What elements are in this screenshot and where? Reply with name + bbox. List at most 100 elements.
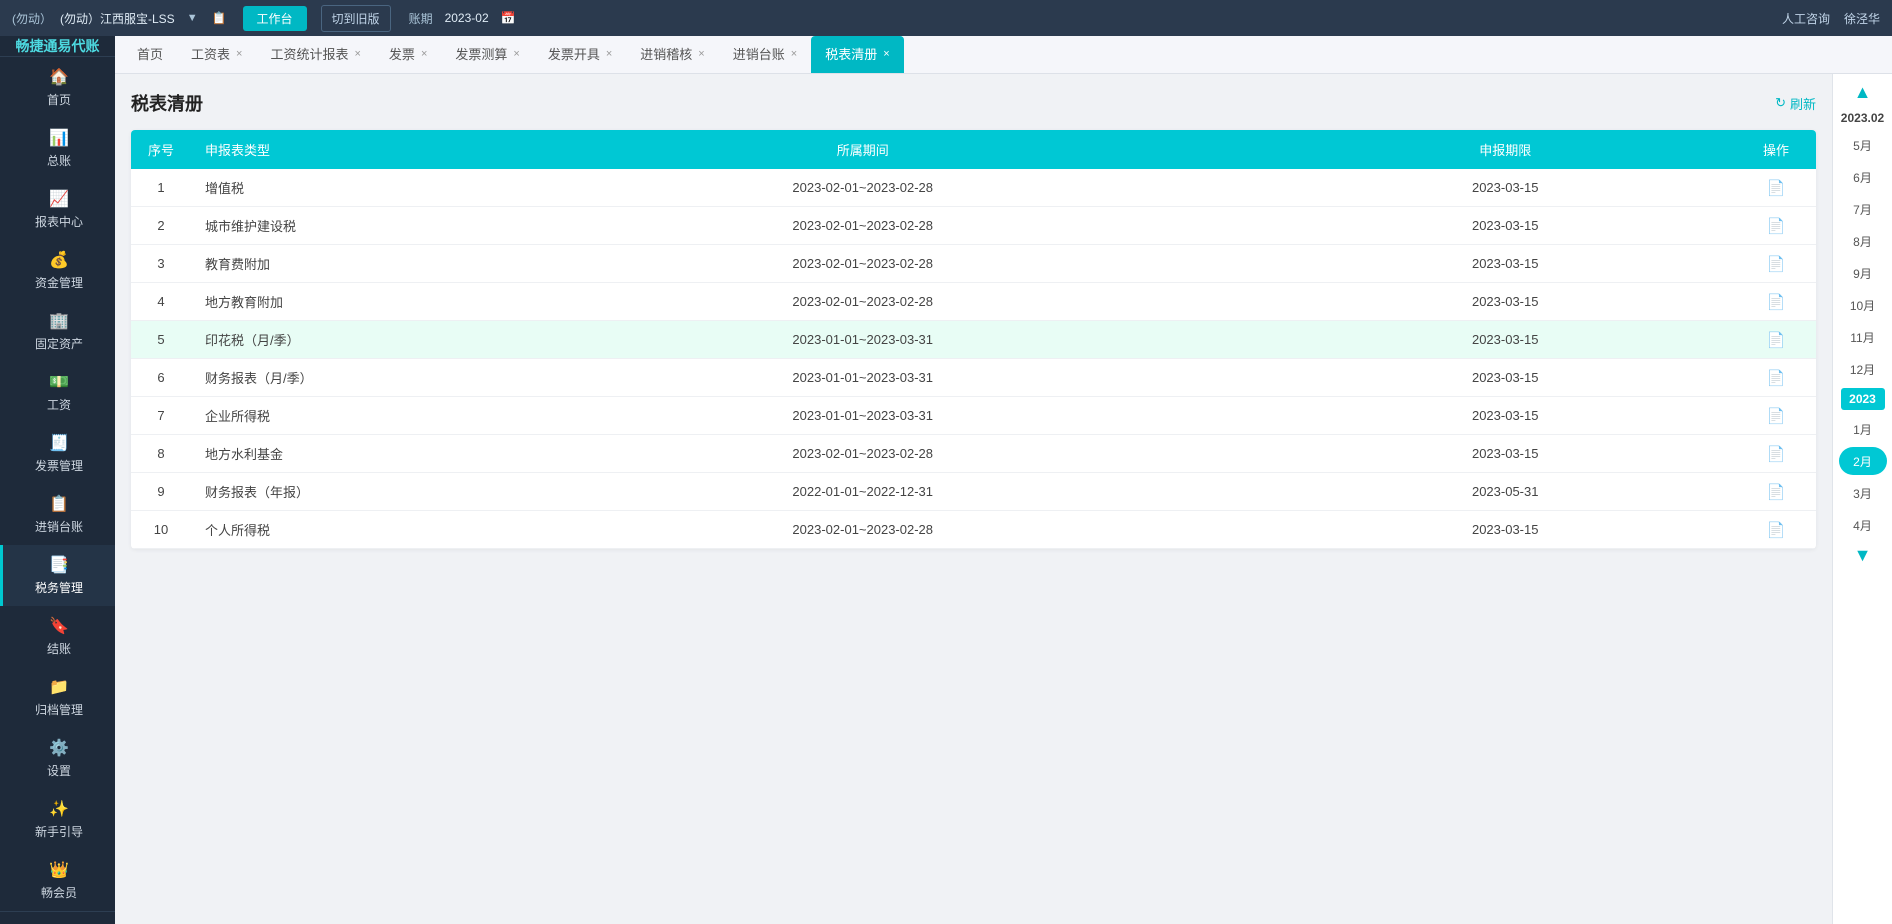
month-12[interactable]: 12月 <box>1839 355 1887 383</box>
row-action-icon[interactable]: 📄 <box>1767 180 1786 197</box>
next-period-button[interactable]: ▼ <box>1850 541 1876 570</box>
month-4[interactable]: 4月 <box>1839 511 1887 539</box>
company-select[interactable]: (勿动）江西服宝-LSS <box>60 10 175 27</box>
row-action-icon[interactable]: 📄 <box>1767 370 1786 387</box>
unpin-button[interactable]: 📌 取消固定 <box>0 911 115 924</box>
sidebar-item-settings[interactable]: ⚙️ 设置 <box>0 728 115 789</box>
sidebar-item-asset[interactable]: 🏢 固定资产 <box>0 301 115 362</box>
cell-type: 企业所得税 <box>191 397 451 435</box>
panel-period-header: 2023.02 <box>1839 107 1886 129</box>
sidebar-item-report[interactable]: 📈 报表中心 <box>0 179 115 240</box>
cell-no: 4 <box>131 283 191 321</box>
sidebar-item-invoice[interactable]: 🧾 发票管理 <box>0 423 115 484</box>
cell-period: 2023-02-01~2023-02-28 <box>451 283 1274 321</box>
cell-period: 2023-02-01~2023-02-28 <box>451 245 1274 283</box>
sidebar-item-fund[interactable]: 💰 资金管理 <box>0 240 115 301</box>
cell-type: 地方教育附加 <box>191 283 451 321</box>
cell-action: 📄 <box>1736 321 1816 359</box>
calendar-icon[interactable]: 📅 <box>501 11 516 25</box>
cell-type: 财务报表（年报） <box>191 473 451 511</box>
month-10[interactable]: 10月 <box>1839 291 1887 319</box>
sidebar-item-ledger[interactable]: 📊 总账 <box>0 118 115 179</box>
month-11[interactable]: 11月 <box>1839 323 1887 351</box>
archive-icon: 📁 <box>49 677 69 697</box>
sidebar-item-tax[interactable]: 📑 税务管理 <box>0 545 115 606</box>
switch-old-button[interactable]: 切到旧版 <box>321 5 391 32</box>
user-name[interactable]: 徐泾华 <box>1844 10 1880 27</box>
sidebar-item-settle[interactable]: 🔖 结账 <box>0 606 115 667</box>
tab-inout-ledger-close[interactable]: × <box>791 48 797 60</box>
tab-invoice[interactable]: 发票 × <box>375 36 441 73</box>
row-action-icon[interactable]: 📄 <box>1767 484 1786 501</box>
cell-action: 📄 <box>1736 359 1816 397</box>
workbench-button[interactable]: 工作台 <box>243 6 307 31</box>
sidebar-item-salary[interactable]: 💵 工资 <box>0 362 115 423</box>
table-row: 5 印花税（月/季） 2023-01-01~2023-03-31 2023-03… <box>131 321 1816 359</box>
tab-salary[interactable]: 工资表 × <box>177 36 256 73</box>
cell-deadline: 2023-03-15 <box>1274 435 1736 473</box>
tax-table: 序号 申报表类型 所属期间 申报期限 操作 1 增值税 2023-02-01~2… <box>131 130 1816 549</box>
row-action-icon[interactable]: 📄 <box>1767 446 1786 463</box>
month-2-active[interactable]: 2月 <box>1839 447 1887 475</box>
cell-no: 10 <box>131 511 191 549</box>
row-action-icon[interactable]: 📄 <box>1767 522 1786 539</box>
month-6[interactable]: 6月 <box>1839 163 1887 191</box>
month-9[interactable]: 9月 <box>1839 259 1887 287</box>
refresh-button[interactable]: ↻ 刷新 <box>1775 94 1816 113</box>
tab-inout-check-close[interactable]: × <box>698 48 704 60</box>
cell-action: 📄 <box>1736 435 1816 473</box>
month-8[interactable]: 8月 <box>1839 227 1887 255</box>
cell-deadline: 2023-03-15 <box>1274 511 1736 549</box>
cell-period: 2023-02-01~2023-02-28 <box>451 435 1274 473</box>
cell-period: 2023-01-01~2023-03-31 <box>451 321 1274 359</box>
tab-invoice-open-close[interactable]: × <box>606 48 612 60</box>
tab-invoice-calc[interactable]: 发票测算 × <box>441 36 533 73</box>
tab-salary-report[interactable]: 工资统计报表 × <box>256 36 374 73</box>
tab-invoice-close[interactable]: × <box>421 48 427 60</box>
tab-tax-form-close[interactable]: × <box>883 48 889 60</box>
col-deadline: 申报期限 <box>1274 130 1736 169</box>
cell-period: 2022-01-01~2022-12-31 <box>451 473 1274 511</box>
cell-action: 📄 <box>1736 169 1816 207</box>
tab-salary-report-close[interactable]: × <box>354 48 360 60</box>
cell-type: 教育费附加 <box>191 245 451 283</box>
sidebar-item-guide[interactable]: ✨ 新手引导 <box>0 789 115 850</box>
sidebar-item-home[interactable]: 🏠 首页 <box>0 57 115 118</box>
sidebar: 畅捷通易代账 🏠 首页 📊 总账 📈 报表中心 💰 资金管理 🏢 固定资产 <box>0 36 115 924</box>
row-action-icon[interactable]: 📄 <box>1767 256 1786 273</box>
app-logo: 畅捷通易代账 <box>0 36 115 57</box>
settings-icon: ⚙️ <box>49 738 69 758</box>
cell-no: 5 <box>131 321 191 359</box>
tab-salary-close[interactable]: × <box>236 48 242 60</box>
cell-type: 城市维护建设税 <box>191 207 451 245</box>
row-action-icon[interactable]: 📄 <box>1767 408 1786 425</box>
tab-invoice-calc-close[interactable]: × <box>513 48 519 60</box>
row-action-icon[interactable]: 📄 <box>1767 294 1786 311</box>
table-row: 2 城市维护建设税 2023-02-01~2023-02-28 2023-03-… <box>131 207 1816 245</box>
tab-home[interactable]: 首页 <box>123 36 177 73</box>
row-action-icon[interactable]: 📄 <box>1767 332 1786 349</box>
tab-inout-check[interactable]: 进销稽核 × <box>626 36 718 73</box>
cell-action: 📄 <box>1736 511 1816 549</box>
sidebar-item-inout[interactable]: 📋 进销台账 <box>0 484 115 545</box>
cell-period: 2023-02-01~2023-02-28 <box>451 511 1274 549</box>
ledger-icon: 📊 <box>49 128 69 148</box>
sidebar-item-archive[interactable]: 📁 归档管理 <box>0 667 115 728</box>
month-5[interactable]: 5月 <box>1839 131 1887 159</box>
sidebar-item-vip[interactable]: 👑 畅会员 <box>0 850 115 911</box>
table-row: 4 地方教育附加 2023-02-01~2023-02-28 2023-03-1… <box>131 283 1816 321</box>
cell-period: 2023-01-01~2023-03-31 <box>451 359 1274 397</box>
month-7[interactable]: 7月 <box>1839 195 1887 223</box>
prev-period-button[interactable]: ▲ <box>1850 78 1876 107</box>
tab-inout-ledger[interactable]: 进销台账 × <box>719 36 811 73</box>
invoice-icon: 🧾 <box>49 433 69 453</box>
tab-invoice-open[interactable]: 发票开具 × <box>534 36 626 73</box>
period-value: 2023-02 <box>445 11 489 25</box>
company-dropdown-icon[interactable]: ▼ <box>187 12 198 24</box>
user-service-btn[interactable]: 人工咨询 <box>1782 10 1830 27</box>
month-3[interactable]: 3月 <box>1839 479 1887 507</box>
tab-tax-form[interactable]: 税表清册 × <box>811 36 903 73</box>
month-1[interactable]: 1月 <box>1839 415 1887 443</box>
row-action-icon[interactable]: 📄 <box>1767 218 1786 235</box>
cell-action: 📄 <box>1736 283 1816 321</box>
